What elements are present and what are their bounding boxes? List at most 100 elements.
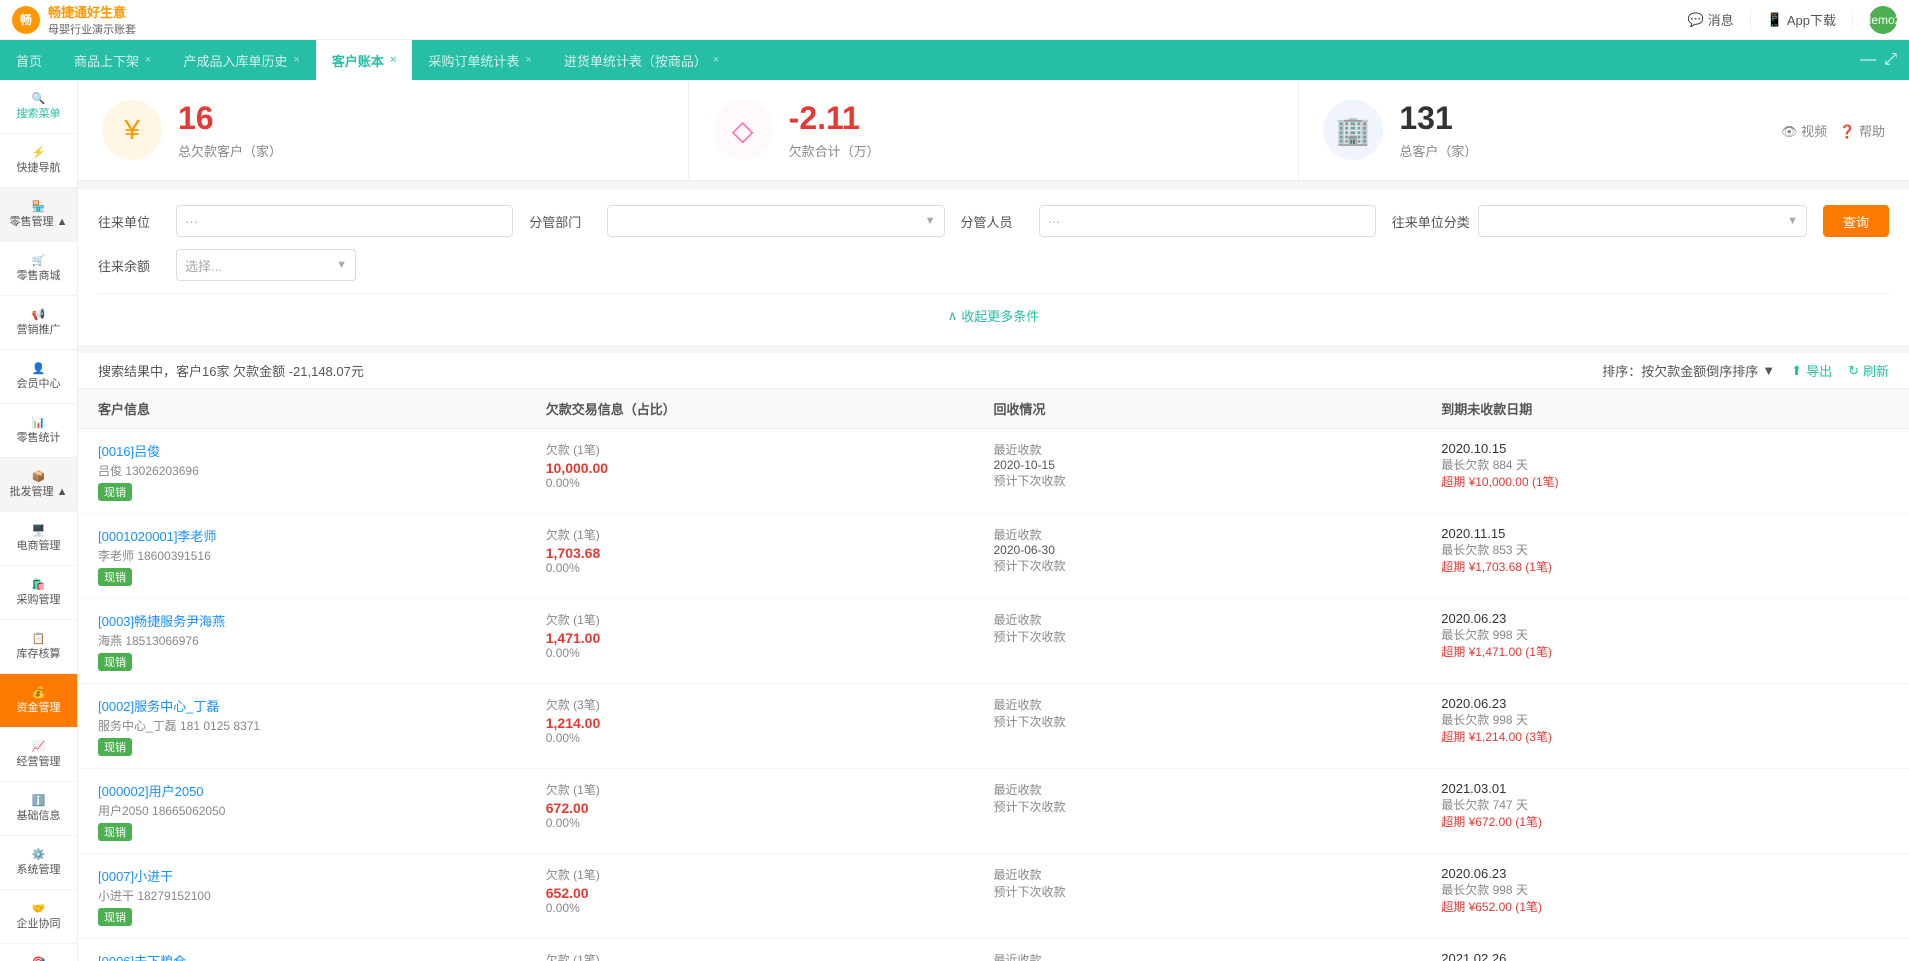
tab-production-close[interactable]: × [293,54,299,66]
sidebar-item-marketing[interactable]: 📢 营销推广 [0,296,77,350]
export-button[interactable]: ⬆ 导出 [1791,361,1832,380]
system-label: 系统管理 [4,861,73,877]
sort-label: 排序：按欠款金额倒序排序 [1602,361,1758,380]
unit-classify-select[interactable]: ▼ [1478,205,1807,237]
customer-name[interactable]: [0003]畅捷服务尹海燕 [98,611,546,630]
sidebar-item-wholesale[interactable]: 📦 批发管理 ▲ [0,458,77,512]
sidebar-item-quicknav[interactable]: ⚡ 快捷导航 [0,134,77,188]
tab-purchase-order-close[interactable]: × [525,54,531,66]
overdue-text[interactable]: 超期 ¥10,000.00 (1笔) [1441,473,1889,490]
tab-customer-ledger-close[interactable]: × [390,54,396,66]
sidebar-item-finance[interactable]: 💰 资金管理 [0,674,77,728]
balance-select[interactable]: 选择... ▼ [176,249,356,281]
refresh-button[interactable]: ↻ 刷新 [1848,361,1889,380]
view-btn[interactable]: 👁 视频 [1781,121,1827,140]
search-button[interactable]: 查询 [1823,205,1889,237]
debt-info-cell: 欠款 (1笔) 10,000.00 0.00% [546,441,994,490]
message-icon: 💬 [1687,12,1703,28]
recovery-cell: 最近收款 预计下次收款 [994,951,1442,961]
table-row: [0016]吕俊 吕俊 13026203696 现销 欠款 (1笔) 10,00… [78,429,1909,514]
sidebar-item-operation[interactable]: 📈 经营管理 [0,728,77,782]
ecommerce-label: 电商管理 [4,537,73,553]
sidebar-item-basic[interactable]: ℹ️ 基础信息 [0,782,77,836]
tab-goods-stats-close[interactable]: × [713,54,719,66]
dept-select[interactable]: ▼ [607,205,944,237]
overdue-text[interactable]: 超期 ¥1,214.00 (3笔) [1441,728,1889,745]
debt-label: 欠款 (1笔) [546,866,994,883]
balance-placeholder: 选择... [185,256,222,275]
purchase-icon: 🛍️ [4,578,73,591]
overdue-text[interactable]: 超期 ¥1,471.00 (1笔) [1441,643,1889,660]
tab-goods[interactable]: 商品上下架 × [58,40,167,80]
sidebar-item-purchase[interactable]: 🛍️ 采购管理 [0,566,77,620]
customer-name[interactable]: [0001020001]李老师 [98,526,546,545]
from-unit-input[interactable]: ··· [176,205,513,237]
tab-customer-ledger[interactable]: 客户账本 × [316,40,412,80]
tab-goods-label: 商品上下架 [74,51,139,70]
message-btn[interactable]: 💬 消息 [1687,10,1733,29]
recover-last-date: 2020-10-15 [994,458,1442,472]
tab-goods-stats[interactable]: 进货单统计表（按商品） × [548,40,735,80]
collapse-filter-btn[interactable]: ∧ 收起更多条件 [98,302,1889,329]
help-icon: ❓ [1839,124,1855,139]
overdue-text[interactable]: 超期 ¥1,703.68 (1笔) [1441,558,1889,575]
debt-total-label: 欠款合计（万） [789,141,880,160]
sidebar-item-retail-stats[interactable]: 📊 零售统计 [0,404,77,458]
recover-last-label: 最近收款 [994,526,1442,543]
table-row: [000002]用户2050 用户2050 18665062050 现销 欠款 … [78,769,1909,854]
sidebar-item-retail-mgmt[interactable]: 🏪 零售管理 ▲ [0,188,77,242]
avatar[interactable]: demo2 [1869,6,1897,34]
expand-tabs-icon[interactable]: ⤢ [1884,51,1897,69]
sidebar-item-guide[interactable]: 🎯 新手引导 [0,944,77,961]
basic-icon: ℹ️ [4,794,73,807]
customer-name[interactable]: [000002]用户2050 [98,781,546,800]
overdue-text[interactable]: 超期 ¥652.00 (1笔) [1441,898,1889,915]
help-btn[interactable]: ❓ 帮助 [1839,121,1885,140]
separator [1750,10,1751,30]
sidebar-item-search[interactable]: 🔍 搜索菜单 [0,80,77,134]
tab-actions: — ⤢ [1860,51,1909,69]
debt-info-cell: 欠款 (1笔) 1,703.68 0.00% [546,526,994,575]
debt-label: 欠款 (1笔) [546,441,994,458]
collapse-tabs-icon[interactable]: — [1860,51,1876,69]
sidebar-item-system[interactable]: ⚙️ 系统管理 [0,836,77,890]
due-date-value: 2020.10.15 [1441,441,1889,456]
stat-info-debt-customers: 16 总欠款客户（家） [178,100,282,160]
retail-stats-label: 零售统计 [4,429,73,445]
export-label: 导出 [1806,361,1832,380]
sidebar-item-collab[interactable]: 🤝 企业协同 [0,890,77,944]
app-download-btn[interactable]: 📱 App下载 [1767,10,1836,29]
purchase-label: 采购管理 [4,591,73,607]
wholesale-icon: 📦 [4,470,73,483]
message-label: 消息 [1708,10,1734,29]
filter-area: 往来单位 ··· 分管部门 ▼ 分管人员 ··· [78,189,1909,345]
manager-input[interactable]: ··· [1039,205,1376,237]
logo-title: 畅捷通好生意 [48,2,136,21]
customer-contact: 吕俊 13026203696 [98,462,546,479]
sort-button[interactable]: 排序：按欠款金额倒序排序 ▼ [1602,361,1775,380]
tab-production[interactable]: 产成品入库单历史 × [167,40,315,80]
customer-name[interactable]: [0002]服务中心_丁磊 [98,696,546,715]
sidebar-item-inventory[interactable]: 📋 库存核算 [0,620,77,674]
wholesale-label: 批发管理 ▲ [4,483,73,499]
sidebar-item-member[interactable]: 👤 会员中心 [0,350,77,404]
tab-goods-close[interactable]: × [145,54,151,66]
debt-info-cell: 欠款 (1笔) 455.90 0.00% [546,951,994,961]
recover-next-label: 预计下次收款 [994,883,1442,900]
overdue-text[interactable]: 超期 ¥672.00 (1笔) [1441,813,1889,830]
tab-purchase-order[interactable]: 采购订单统计表 × [412,40,547,80]
customer-info-cell: [0003]畅捷服务尹海燕 海燕 18513066976 现销 [98,611,546,671]
debt-label: 欠款 (3笔) [546,696,994,713]
debt-pct: 0.00% [546,646,994,660]
customer-name[interactable]: [0006]去下粮仓 [98,951,546,961]
tab-home[interactable]: 首页 [0,40,58,80]
sidebar-item-retail-mall[interactable]: 🛒 零售商城 [0,242,77,296]
unit-classify-label: 往来单位分类 [1392,212,1470,231]
customer-name[interactable]: [0007]小进干 [98,866,546,885]
due-date-cell: 2020.10.15 最长欠款 884 天 超期 ¥10,000.00 (1笔) [1441,441,1889,490]
finance-icon: 💰 [4,686,73,699]
sidebar-item-ecommerce[interactable]: 🖥️ 电商管理 [0,512,77,566]
balance-label: 往来余额 [98,256,168,275]
customer-name[interactable]: [0016]吕俊 [98,441,546,460]
recovery-cell: 最近收款 预计下次收款 [994,696,1442,730]
